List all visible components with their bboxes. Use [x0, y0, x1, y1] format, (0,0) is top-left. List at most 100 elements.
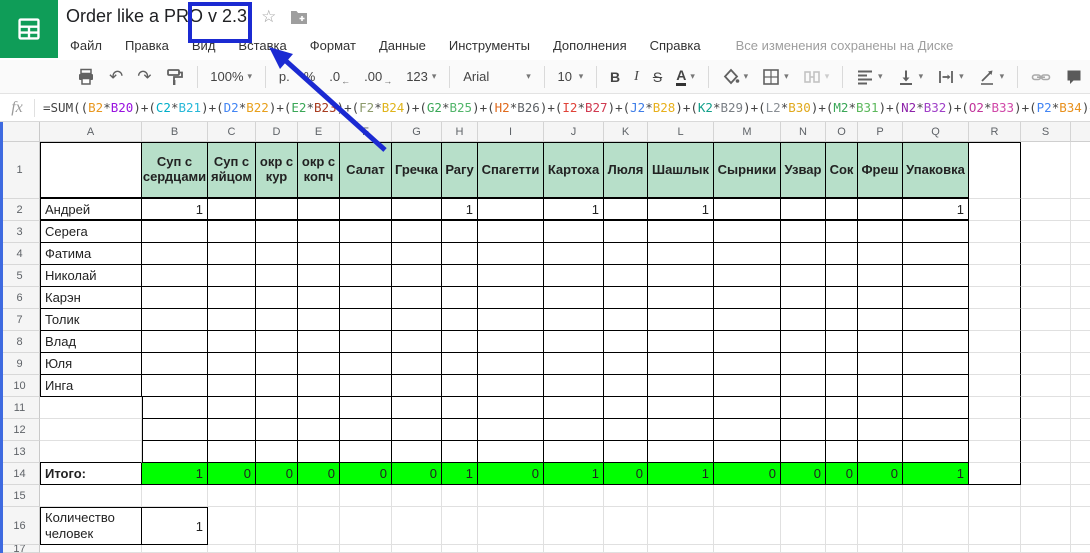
cell-J14[interactable]: 1: [544, 463, 604, 485]
cell-R9[interactable]: [969, 353, 1021, 375]
cell-M14[interactable]: 0: [714, 463, 781, 485]
cell-D17[interactable]: [256, 545, 298, 553]
cell-Q15[interactable]: [903, 485, 969, 507]
cell-L13[interactable]: [648, 441, 714, 463]
cell-B2[interactable]: 1: [142, 199, 208, 221]
cell-P13[interactable]: [858, 441, 903, 463]
row-header-17[interactable]: 17: [0, 545, 40, 553]
column-header-M[interactable]: M: [714, 122, 781, 142]
cell-H6[interactable]: [442, 287, 478, 309]
cell-E1[interactable]: окр с копч: [298, 142, 340, 199]
cell-H1[interactable]: Рагу: [442, 142, 478, 199]
cell-L8[interactable]: [648, 331, 714, 353]
cell-G11[interactable]: [392, 397, 442, 419]
cell-D14[interactable]: 0: [256, 463, 298, 485]
cell-N2[interactable]: [781, 199, 826, 221]
cell-R6[interactable]: [969, 287, 1021, 309]
cell-P16[interactable]: [858, 507, 903, 545]
cell-Q12[interactable]: [903, 419, 969, 441]
cell-G8[interactable]: [392, 331, 442, 353]
cell-J17[interactable]: [544, 545, 604, 553]
cell-H5[interactable]: [442, 265, 478, 287]
cell-L11[interactable]: [648, 397, 714, 419]
cell-Q2[interactable]: 1: [903, 199, 969, 221]
cell-M11[interactable]: [714, 397, 781, 419]
cell-F8[interactable]: [340, 331, 392, 353]
fill-color-button[interactable]: ▾: [716, 64, 755, 90]
text-wrap-button[interactable]: ▾: [931, 64, 970, 90]
menu-item-Правка[interactable]: Правка: [121, 36, 173, 55]
cell-K10[interactable]: [604, 375, 648, 397]
row-header-2[interactable]: 2: [0, 199, 40, 221]
cell-D8[interactable]: [256, 331, 298, 353]
cell-F10[interactable]: [340, 375, 392, 397]
cell-I17[interactable]: [478, 545, 544, 553]
cell-O4[interactable]: [826, 243, 858, 265]
insert-link-button[interactable]: [1025, 64, 1057, 90]
redo-button[interactable]: ↷: [131, 64, 157, 90]
cell-J16[interactable]: [544, 507, 604, 545]
cell-E3[interactable]: [298, 221, 340, 243]
cell-I5[interactable]: [478, 265, 544, 287]
cell-B12[interactable]: [142, 419, 208, 441]
cell-J2[interactable]: 1: [544, 199, 604, 221]
cell-P2[interactable]: [858, 199, 903, 221]
cell-E14[interactable]: 0: [298, 463, 340, 485]
row-header-1[interactable]: 1: [0, 142, 40, 199]
row-header-4[interactable]: 4: [0, 243, 40, 265]
cell-S5[interactable]: [1021, 265, 1071, 287]
cell-R12[interactable]: [969, 419, 1021, 441]
cell-M9[interactable]: [714, 353, 781, 375]
cell-M1[interactable]: Сырники: [714, 142, 781, 199]
cell-B6[interactable]: [142, 287, 208, 309]
cell-D7[interactable]: [256, 309, 298, 331]
cell-N17[interactable]: [781, 545, 826, 553]
cell-S8[interactable]: [1021, 331, 1071, 353]
text-rotation-button[interactable]: ▾: [972, 64, 1011, 90]
cell-G6[interactable]: [392, 287, 442, 309]
column-header-overflow[interactable]: [1071, 122, 1090, 142]
cell-X1[interactable]: [1071, 142, 1090, 199]
cell-Q16[interactable]: [903, 507, 969, 545]
column-header-L[interactable]: L: [648, 122, 714, 142]
borders-button[interactable]: ▾: [756, 64, 795, 90]
cell-I13[interactable]: [478, 441, 544, 463]
cell-B10[interactable]: [142, 375, 208, 397]
cell-G14[interactable]: 0: [392, 463, 442, 485]
cell-X10[interactable]: [1071, 375, 1090, 397]
cell-R16[interactable]: [969, 507, 1021, 545]
cell-C15[interactable]: [208, 485, 256, 507]
merge-cells-button[interactable]: ▾: [797, 64, 836, 90]
cell-H2[interactable]: 1: [442, 199, 478, 221]
strikethrough-button[interactable]: S: [647, 64, 668, 90]
cell-A13[interactable]: [40, 441, 142, 463]
increase-decimal-button[interactable]: .00 →: [358, 64, 398, 90]
cell-M3[interactable]: [714, 221, 781, 243]
cell-N13[interactable]: [781, 441, 826, 463]
row-header-12[interactable]: 12: [0, 419, 40, 441]
row-header-15[interactable]: 15: [0, 485, 40, 507]
cell-Q4[interactable]: [903, 243, 969, 265]
cell-I6[interactable]: [478, 287, 544, 309]
cell-L6[interactable]: [648, 287, 714, 309]
cell-H7[interactable]: [442, 309, 478, 331]
cell-S10[interactable]: [1021, 375, 1071, 397]
cell-L3[interactable]: [648, 221, 714, 243]
cell-O16[interactable]: [826, 507, 858, 545]
cell-S14[interactable]: [1021, 463, 1071, 485]
cell-D6[interactable]: [256, 287, 298, 309]
cell-K9[interactable]: [604, 353, 648, 375]
cell-E12[interactable]: [298, 419, 340, 441]
move-to-folder-icon[interactable]: [290, 9, 308, 24]
column-header-O[interactable]: O: [826, 122, 858, 142]
cell-S6[interactable]: [1021, 287, 1071, 309]
cell-A4[interactable]: Фатима: [40, 243, 142, 265]
cell-H14[interactable]: 1: [442, 463, 478, 485]
cell-J4[interactable]: [544, 243, 604, 265]
cell-N12[interactable]: [781, 419, 826, 441]
cell-J8[interactable]: [544, 331, 604, 353]
cell-A3[interactable]: Серега: [40, 221, 142, 243]
cell-I7[interactable]: [478, 309, 544, 331]
cell-O2[interactable]: [826, 199, 858, 221]
row-header-9[interactable]: 9: [0, 353, 40, 375]
